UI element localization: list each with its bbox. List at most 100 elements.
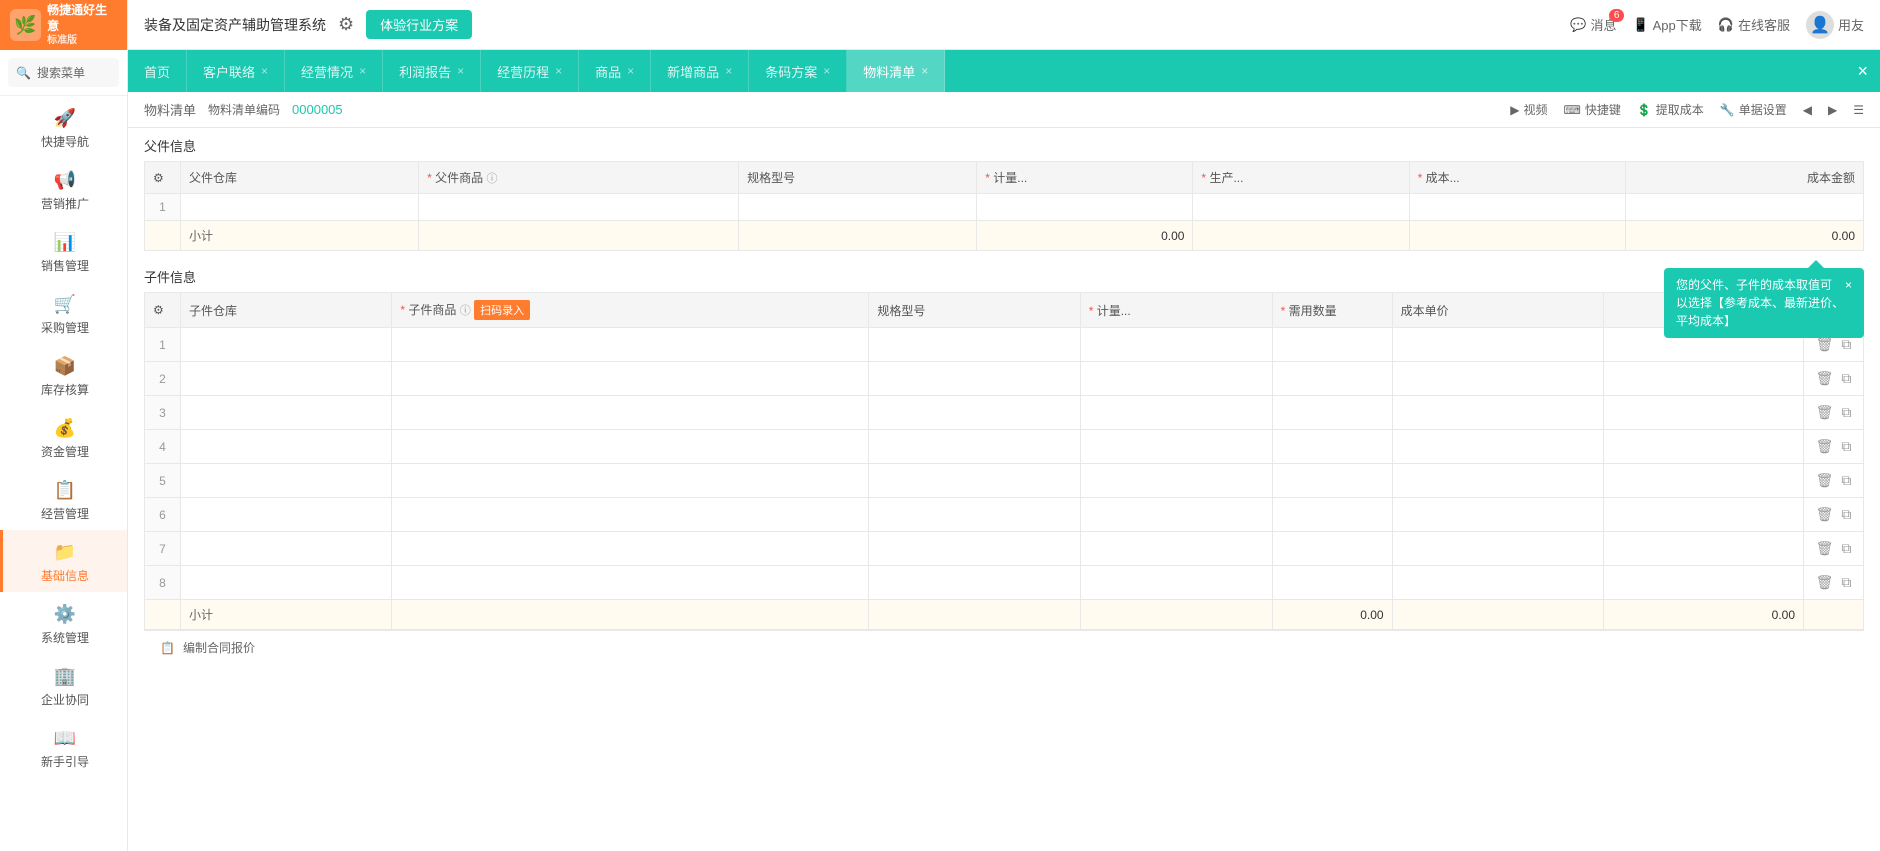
child-delete-btn-8[interactable]: 🗑 — [1814, 572, 1836, 593]
sidebar-item-system[interactable]: ⚙️ 系统管理 — [0, 592, 127, 654]
video-action[interactable]: ▶ 视频 — [1510, 101, 1547, 118]
child-copy-btn-2[interactable]: ⧉ — [1839, 368, 1853, 389]
single-settings-action[interactable]: 🔧 单据设置 — [1720, 101, 1787, 118]
child-delete-btn-4[interactable]: 🗑 — [1814, 436, 1836, 457]
child-cell-product-8[interactable] — [392, 566, 869, 600]
tab-customers[interactable]: 客户联络 × — [187, 50, 285, 92]
child-delete-btn-6[interactable]: 🗑 — [1814, 504, 1836, 525]
parent-cell-cost-1[interactable] — [1409, 194, 1625, 221]
child-cell-warehouse-2[interactable] — [181, 362, 392, 396]
child-cell-cost-price-5[interactable] — [1392, 464, 1603, 498]
online-service-button[interactable]: 🎧 在线客服 — [1718, 15, 1790, 34]
child-cell-product-3[interactable] — [392, 396, 869, 430]
child-cell-warehouse-4[interactable] — [181, 430, 392, 464]
try-industry-button[interactable]: 体验行业方案 — [366, 10, 472, 39]
child-cell-unit-8[interactable] — [1080, 566, 1272, 600]
col-settings-icon[interactable]: ⚙ — [153, 171, 164, 185]
parent-cell-product-1[interactable] — [419, 194, 739, 221]
tab-close-operations[interactable]: × — [359, 64, 366, 78]
child-cell-spec-2[interactable] — [869, 362, 1080, 396]
child-cell-warehouse-3[interactable] — [181, 396, 392, 430]
child-cell-product-1[interactable] — [392, 328, 869, 362]
child-copy-btn-7[interactable]: ⧉ — [1839, 538, 1853, 559]
child-cell-quantity-3[interactable] — [1272, 396, 1392, 430]
child-cell-quantity-5[interactable] — [1272, 464, 1392, 498]
child-cell-spec-3[interactable] — [869, 396, 1080, 430]
child-cell-cost-price-4[interactable] — [1392, 430, 1603, 464]
scan-input-button[interactable]: 扫码录入 — [474, 300, 530, 320]
parent-cell-unit-1[interactable] — [977, 194, 1193, 221]
tab-bom[interactable]: 物料清单 × — [847, 50, 945, 92]
tab-home[interactable]: 首页 — [128, 50, 187, 92]
tab-close-biz[interactable]: × — [555, 64, 562, 78]
sidebar-item-sales[interactable]: 📊 销售管理 — [0, 220, 127, 282]
tab-close-barcode[interactable]: × — [823, 64, 830, 78]
parent-cell-production-1[interactable] — [1193, 194, 1409, 221]
settings-button[interactable]: ⚙ — [338, 14, 354, 35]
child-cell-cost-price-6[interactable] — [1392, 498, 1603, 532]
tab-products[interactable]: 商品 × — [579, 50, 651, 92]
shortcut-action[interactable]: ⌨ 快捷键 — [1563, 101, 1620, 118]
child-cell-warehouse-6[interactable] — [181, 498, 392, 532]
sidebar-item-enterprise[interactable]: 🏢 企业协同 — [0, 654, 127, 716]
sidebar-item-finance[interactable]: 💰 资金管理 — [0, 406, 127, 468]
child-cell-unit-1[interactable] — [1080, 328, 1272, 362]
child-delete-btn-3[interactable]: 🗑 — [1814, 402, 1836, 423]
nav-next-button[interactable]: ▶ — [1828, 103, 1837, 117]
child-copy-btn-3[interactable]: ⧉ — [1839, 402, 1853, 423]
child-cell-spec-4[interactable] — [869, 430, 1080, 464]
child-delete-btn-7[interactable]: 🗑 — [1814, 538, 1836, 559]
child-cell-warehouse-8[interactable] — [181, 566, 392, 600]
child-cell-spec-7[interactable] — [869, 532, 1080, 566]
child-cell-product-6[interactable] — [392, 498, 869, 532]
child-cell-quantity-1[interactable] — [1272, 328, 1392, 362]
child-col-settings-icon[interactable]: ⚙ — [153, 303, 164, 317]
child-cell-unit-7[interactable] — [1080, 532, 1272, 566]
child-cell-cost-price-8[interactable] — [1392, 566, 1603, 600]
child-cell-unit-4[interactable] — [1080, 430, 1272, 464]
child-copy-btn-6[interactable]: ⧉ — [1839, 504, 1853, 525]
sidebar-item-operations[interactable]: 📋 经营管理 — [0, 468, 127, 530]
child-cell-quantity-4[interactable] — [1272, 430, 1392, 464]
parent-cell-spec-1[interactable] — [739, 194, 977, 221]
child-copy-btn-8[interactable]: ⧉ — [1839, 572, 1853, 593]
tab-close-add-product[interactable]: × — [725, 64, 732, 78]
child-cell-cost-price-2[interactable] — [1392, 362, 1603, 396]
sidebar-item-quick-nav[interactable]: 🚀 快捷导航 — [0, 96, 127, 158]
child-cell-warehouse-7[interactable] — [181, 532, 392, 566]
child-cell-quantity-8[interactable] — [1272, 566, 1392, 600]
app-download-button[interactable]: 📱 App下载 — [1632, 15, 1701, 34]
get-cost-action[interactable]: 💲 提取成本 — [1637, 101, 1704, 118]
sidebar-item-basic-info[interactable]: 📁 基础信息 — [0, 530, 127, 592]
child-cell-warehouse-1[interactable] — [181, 328, 392, 362]
tab-profit-report[interactable]: 利润报告 × — [383, 50, 481, 92]
parent-cell-warehouse-1[interactable] — [181, 194, 419, 221]
child-cell-quantity-2[interactable] — [1272, 362, 1392, 396]
child-cell-cost-price-1[interactable] — [1392, 328, 1603, 362]
child-cell-warehouse-5[interactable] — [181, 464, 392, 498]
child-cell-cost-price-7[interactable] — [1392, 532, 1603, 566]
tab-bar-close-button[interactable]: × — [1845, 50, 1880, 92]
sidebar-item-marketing[interactable]: 📢 营销推广 — [0, 158, 127, 220]
child-cell-spec-8[interactable] — [869, 566, 1080, 600]
expand-button[interactable]: ☰ — [1853, 103, 1864, 117]
sidebar-item-purchase[interactable]: 🛒 采购管理 — [0, 282, 127, 344]
message-button[interactable]: 💬 消息 6 — [1570, 15, 1616, 34]
tab-operations-status[interactable]: 经营情况 × — [285, 50, 383, 92]
sidebar-item-inventory[interactable]: 📦 库存核算 — [0, 344, 127, 406]
sidebar-item-guide[interactable]: 📖 新手引导 — [0, 716, 127, 778]
tooltip-close-button[interactable]: × — [1845, 276, 1852, 294]
child-cell-quantity-7[interactable] — [1272, 532, 1392, 566]
child-cell-spec-5[interactable] — [869, 464, 1080, 498]
child-cell-product-5[interactable] — [392, 464, 869, 498]
child-cell-unit-6[interactable] — [1080, 498, 1272, 532]
child-cell-product-7[interactable] — [392, 532, 869, 566]
child-cell-spec-1[interactable] — [869, 328, 1080, 362]
nav-prev-button[interactable]: ◀ — [1803, 103, 1812, 117]
child-copy-btn-5[interactable]: ⧉ — [1839, 470, 1853, 491]
child-cell-cost-price-3[interactable] — [1392, 396, 1603, 430]
search-menu-button[interactable]: 🔍 搜索菜单 — [8, 58, 119, 87]
tab-add-product[interactable]: 新增商品 × — [651, 50, 749, 92]
tab-close-profit[interactable]: × — [457, 64, 464, 78]
tab-close-products[interactable]: × — [627, 64, 634, 78]
